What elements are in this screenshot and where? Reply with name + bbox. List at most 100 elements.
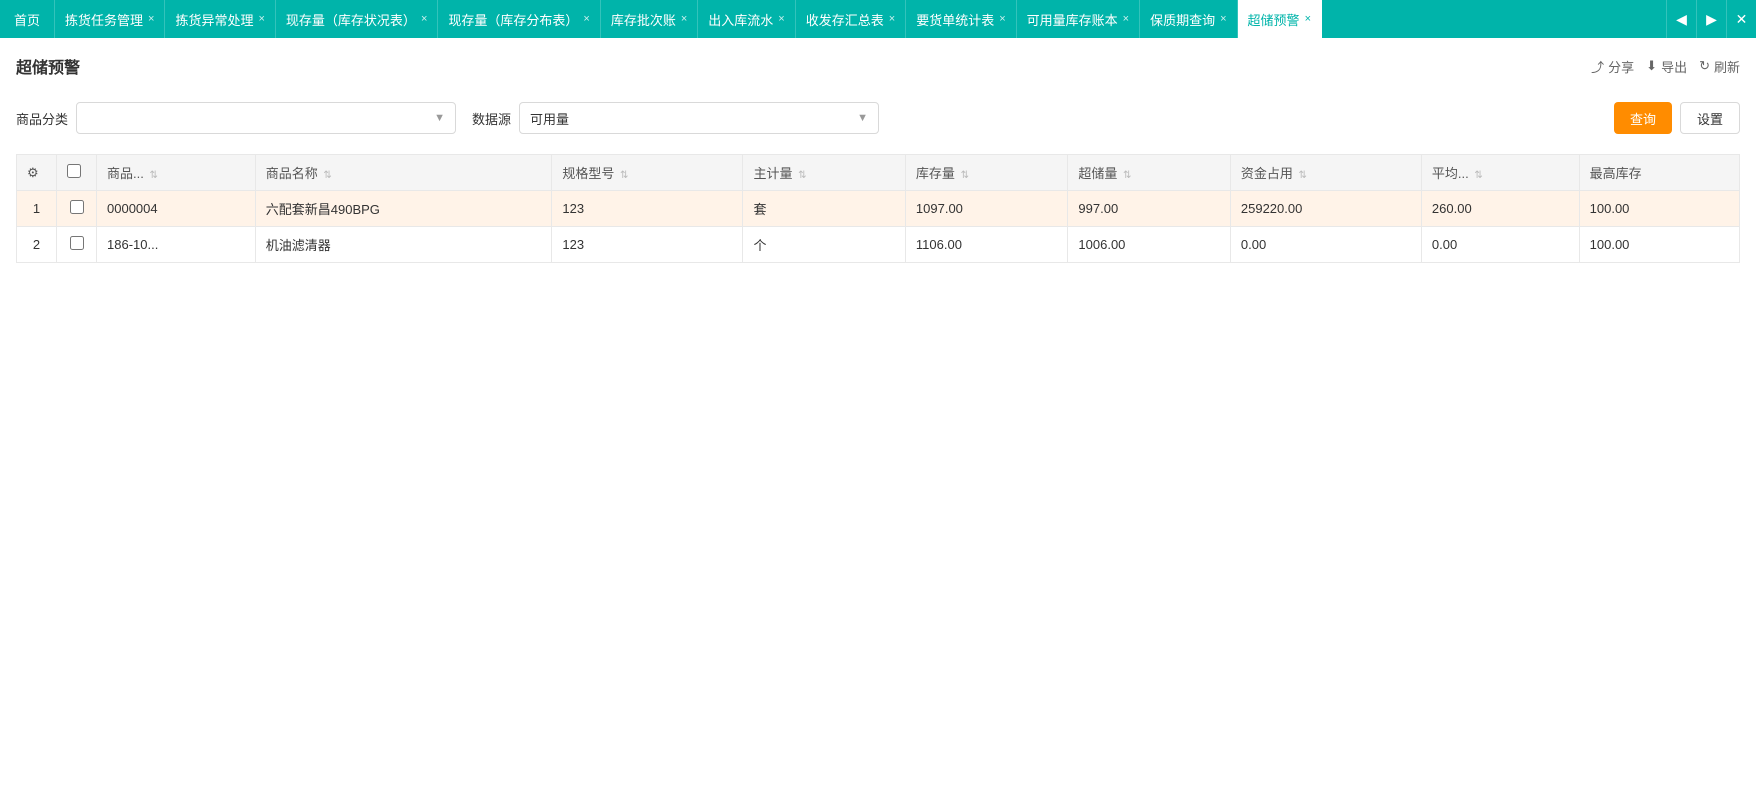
refresh-icon: ↻: [1699, 58, 1710, 74]
settings-button[interactable]: 设置: [1680, 102, 1740, 134]
nav-tab-9[interactable]: 保质期查询 ×: [1140, 0, 1237, 38]
tab-close-9[interactable]: ×: [1220, 13, 1226, 25]
nav-home[interactable]: 首页: [0, 0, 55, 38]
table-row: 2 186-10... 机油滤清器 123 个 1106.00 1006.00 …: [17, 227, 1740, 263]
col-avg[interactable]: 平均... ⇅: [1421, 155, 1579, 191]
row-product-name-0: 六配套新昌490BPG: [255, 191, 552, 227]
row-overstock-1: 1006.00: [1068, 227, 1230, 263]
row-checkbox-cell-1[interactable]: [57, 227, 97, 263]
sort-icon-product-code: ⇅: [149, 170, 157, 181]
nav-tab-0[interactable]: 拣货任务管理 ×: [55, 0, 165, 38]
nav-arrow-close[interactable]: ✕: [1726, 0, 1756, 38]
tab-close-5[interactable]: ×: [778, 13, 784, 25]
page-content: 超储预警 ⤴ 分享 ⬇ 导出 ↻ 刷新 商品分类 ▼ 数据源: [0, 38, 1756, 800]
tab-close-10[interactable]: ×: [1305, 13, 1311, 25]
row-checkbox-cell-0[interactable]: [57, 191, 97, 227]
export-button[interactable]: ⬇ 导出: [1646, 57, 1687, 76]
row-index-1: 2: [17, 227, 57, 263]
row-product-code-1: 186-10...: [97, 227, 256, 263]
col-overstock[interactable]: 超储量 ⇅: [1068, 155, 1230, 191]
tab-close-2[interactable]: ×: [421, 13, 427, 25]
sort-icon-stock: ⇅: [961, 170, 969, 181]
nav-tab-8[interactable]: 可用量库存账本 ×: [1017, 0, 1140, 38]
datasource-select[interactable]: 可用量 ▼: [519, 102, 879, 134]
row-stock-1: 1106.00: [905, 227, 1067, 263]
query-button[interactable]: 查询: [1614, 102, 1672, 134]
row-capital-1: 0.00: [1230, 227, 1421, 263]
row-checkbox-1[interactable]: [70, 236, 84, 250]
row-checkbox-0[interactable]: [70, 200, 84, 214]
nav-arrow-right[interactable]: ▶: [1696, 0, 1726, 38]
col-checkbox[interactable]: [57, 155, 97, 191]
row-unit-0: 套: [743, 191, 905, 227]
row-avg-1: 0.00: [1421, 227, 1579, 263]
header-actions: ⤴ 分享 ⬇ 导出 ↻ 刷新: [1591, 57, 1740, 76]
tab-close-7[interactable]: ×: [999, 13, 1005, 25]
col-product-code[interactable]: 商品... ⇅: [97, 155, 256, 191]
nav-tab-2[interactable]: 现存量（库存状况表） ×: [276, 0, 438, 38]
gear-icon: ⚙: [27, 165, 39, 180]
sort-icon-spec: ⇅: [620, 170, 628, 181]
col-stock[interactable]: 库存量 ⇅: [905, 155, 1067, 191]
row-avg-0: 260.00: [1421, 191, 1579, 227]
filter-actions: 查询 设置: [1614, 102, 1740, 134]
datasource-value: 可用量: [530, 109, 569, 128]
refresh-button[interactable]: ↻ 刷新: [1699, 57, 1740, 76]
datasource-filter: 数据源 可用量 ▼: [472, 102, 879, 134]
tab-close-0[interactable]: ×: [148, 13, 154, 25]
category-filter: 商品分类 ▼: [16, 102, 456, 134]
nav-tab-4[interactable]: 库存批次账 ×: [601, 0, 698, 38]
sort-icon-avg: ⇅: [1474, 170, 1482, 181]
share-button[interactable]: ⤴ 分享: [1591, 57, 1634, 76]
export-icon: ⬇: [1646, 58, 1657, 74]
tab-close-3[interactable]: ×: [583, 13, 589, 25]
table-header-row: ⚙ 商品... ⇅ 商品名称 ⇅ 规格型号 ⇅ 主计量: [17, 155, 1740, 191]
nav-tab-10[interactable]: 超储预警 ×: [1238, 0, 1322, 38]
datasource-dropdown-icon: ▼: [857, 112, 868, 124]
table-row: 1 0000004 六配套新昌490BPG 123 套 1097.00 997.…: [17, 191, 1740, 227]
nav-arrows-container: ◀ ▶ ✕: [1666, 0, 1756, 38]
row-overstock-0: 997.00: [1068, 191, 1230, 227]
top-navigation: 首页 拣货任务管理 × 拣货异常处理 × 现存量（库存状况表） × 现存量（库存…: [0, 0, 1756, 38]
category-select[interactable]: ▼: [76, 102, 456, 134]
datasource-label: 数据源: [472, 109, 511, 128]
nav-tab-5[interactable]: 出入库流水 ×: [698, 0, 795, 38]
tab-close-6[interactable]: ×: [889, 13, 895, 25]
category-dropdown-icon: ▼: [434, 112, 445, 124]
row-max-stock-1: 100.00: [1579, 227, 1739, 263]
share-icon: ⤴: [1591, 57, 1604, 76]
row-product-name-1: 机油滤清器: [255, 227, 552, 263]
tab-close-1[interactable]: ×: [258, 13, 264, 25]
row-max-stock-0: 100.00: [1579, 191, 1739, 227]
col-product-name[interactable]: 商品名称 ⇅: [255, 155, 552, 191]
col-capital[interactable]: 资金占用 ⇅: [1230, 155, 1421, 191]
category-label: 商品分类: [16, 109, 68, 128]
select-all-checkbox[interactable]: [67, 164, 81, 178]
sort-icon-capital: ⇅: [1299, 170, 1307, 181]
nav-tab-3[interactable]: 现存量（库存分布表） ×: [438, 0, 600, 38]
col-settings[interactable]: ⚙: [17, 155, 57, 191]
row-stock-0: 1097.00: [905, 191, 1067, 227]
nav-tab-1[interactable]: 拣货异常处理 ×: [165, 0, 275, 38]
nav-arrow-left[interactable]: ◀: [1666, 0, 1696, 38]
sort-icon-product-name: ⇅: [323, 170, 331, 181]
row-unit-1: 个: [743, 227, 905, 263]
row-spec-1: 123: [552, 227, 743, 263]
row-product-code-0: 0000004: [97, 191, 256, 227]
col-spec[interactable]: 规格型号 ⇅: [552, 155, 743, 191]
row-capital-0: 259220.00: [1230, 191, 1421, 227]
sort-icon-overstock: ⇅: [1123, 170, 1131, 181]
tab-close-8[interactable]: ×: [1123, 13, 1129, 25]
sort-icon-unit: ⇅: [798, 170, 806, 181]
col-max-stock[interactable]: 最高库存: [1579, 155, 1739, 191]
row-index-0: 1: [17, 191, 57, 227]
nav-tab-7[interactable]: 要货单统计表 ×: [906, 0, 1016, 38]
tab-close-4[interactable]: ×: [681, 13, 687, 25]
data-table: ⚙ 商品... ⇅ 商品名称 ⇅ 规格型号 ⇅ 主计量: [16, 154, 1740, 263]
page-header: 超储预警 ⤴ 分享 ⬇ 导出 ↻ 刷新: [16, 54, 1740, 78]
filter-row: 商品分类 ▼ 数据源 可用量 ▼ 查询 设置: [16, 94, 1740, 142]
row-spec-0: 123: [552, 191, 743, 227]
col-unit[interactable]: 主计量 ⇅: [743, 155, 905, 191]
page-title: 超储预警: [16, 54, 80, 78]
nav-tab-6[interactable]: 收发存汇总表 ×: [796, 0, 906, 38]
